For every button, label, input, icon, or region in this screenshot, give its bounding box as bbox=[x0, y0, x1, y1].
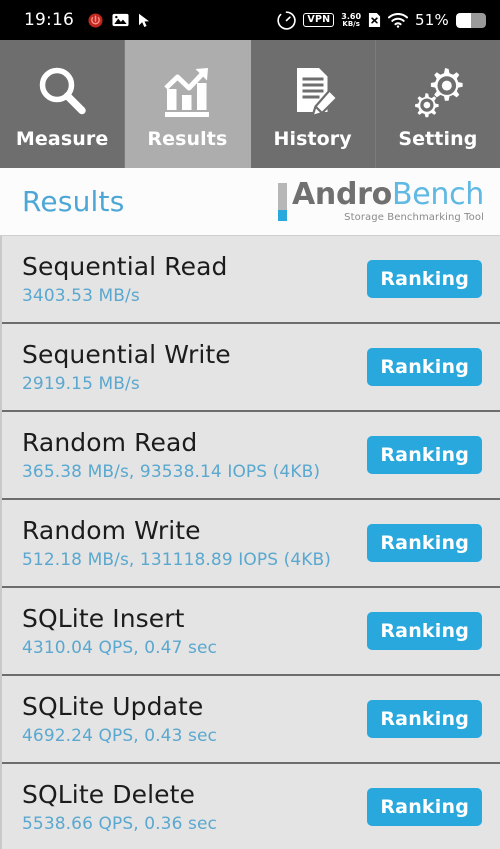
result-value: 365.38 MB/s, 93538.14 IOPS (4KB) bbox=[22, 462, 321, 482]
row-texts: SQLite Insert 4310.04 QPS, 0.47 sec bbox=[22, 604, 217, 658]
logo-part-andro: Andro bbox=[291, 177, 392, 212]
page-header: Results AndroBench Storage Benchmarking … bbox=[0, 168, 500, 236]
result-value: 3403.53 MB/s bbox=[22, 286, 140, 306]
tab-setting-label: Setting bbox=[398, 128, 478, 150]
table-row[interactable]: SQLite Delete 5538.66 QPS, 0.36 sec Rank… bbox=[2, 764, 500, 849]
table-row[interactable]: Sequential Write 2919.15 MB/s Ranking bbox=[2, 324, 500, 412]
table-row[interactable]: SQLite Insert 4310.04 QPS, 0.47 sec Rank… bbox=[2, 588, 500, 676]
tab-history-label: History bbox=[273, 128, 352, 150]
results-list: Sequential Read 3403.53 MB/s Ranking Seq… bbox=[0, 236, 500, 849]
battery-icon bbox=[456, 12, 486, 28]
status-left-icons bbox=[88, 12, 151, 28]
ranking-button[interactable]: Ranking bbox=[367, 612, 482, 650]
sim-x-icon bbox=[368, 12, 381, 28]
row-texts: SQLite Delete 5538.66 QPS, 0.36 sec bbox=[22, 780, 217, 834]
result-value: 512.18 MB/s, 131118.89 IOPS (4KB) bbox=[22, 550, 331, 570]
status-right-icons: VPN 3.60 KB/s 51% bbox=[277, 10, 486, 30]
row-texts: Sequential Write 2919.15 MB/s bbox=[22, 340, 231, 394]
result-value: 2919.15 MB/s bbox=[22, 374, 140, 394]
notification-red-icon bbox=[88, 12, 103, 28]
row-texts: SQLite Update 4692.24 QPS, 0.43 sec bbox=[22, 692, 217, 746]
network-speed-indicator: 3.60 KB/s bbox=[341, 12, 361, 28]
result-name: Random Write bbox=[22, 516, 201, 545]
result-name: Sequential Read bbox=[22, 252, 228, 281]
status-bar: 19:16 VPN 3.60 KB/s 51% bbox=[0, 0, 500, 40]
logo-part-bench: Bench bbox=[391, 177, 484, 212]
ranking-button[interactable]: Ranking bbox=[367, 700, 482, 738]
result-value: 5538.66 QPS, 0.36 sec bbox=[22, 814, 217, 834]
logo-wordmark: AndroBench bbox=[292, 180, 484, 210]
main-tab-bar: Measure Results History Setting bbox=[0, 40, 500, 168]
page-title: Results bbox=[22, 185, 125, 218]
vpn-badge: VPN bbox=[303, 13, 335, 27]
result-value: 4310.04 QPS, 0.47 sec bbox=[22, 638, 217, 658]
androbench-app: 19:16 VPN 3.60 KB/s 51% Measure Results … bbox=[0, 0, 500, 849]
tab-setting[interactable]: Setting bbox=[376, 40, 500, 168]
wifi-icon bbox=[388, 12, 409, 28]
photo-icon bbox=[112, 13, 129, 27]
logo-text: AndroBench Storage Benchmarking Tool bbox=[292, 180, 484, 223]
result-name: SQLite Insert bbox=[22, 604, 185, 633]
result-name: Sequential Write bbox=[22, 340, 231, 369]
result-name: Random Read bbox=[22, 428, 198, 457]
ranking-button[interactable]: Ranking bbox=[367, 348, 482, 386]
result-name: SQLite Delete bbox=[22, 780, 195, 809]
tab-history[interactable]: History bbox=[251, 40, 376, 168]
cursor-icon bbox=[138, 13, 151, 28]
ranking-button[interactable]: Ranking bbox=[367, 524, 482, 562]
table-row[interactable]: Sequential Read 3403.53 MB/s Ranking bbox=[2, 236, 500, 324]
tab-measure[interactable]: Measure bbox=[0, 40, 126, 168]
logo-bar-icon bbox=[277, 182, 287, 221]
row-texts: Random Write 512.18 MB/s, 131118.89 IOPS… bbox=[22, 516, 331, 570]
battery-percent-label: 51% bbox=[415, 11, 449, 29]
row-texts: Random Read 365.38 MB/s, 93538.14 IOPS (… bbox=[22, 428, 320, 482]
network-speed-unit: KB/s bbox=[342, 19, 360, 28]
logo-tagline: Storage Benchmarking Tool bbox=[344, 212, 484, 223]
tab-measure-label: Measure bbox=[15, 128, 109, 150]
magnifier-icon bbox=[33, 58, 91, 120]
result-name: SQLite Update bbox=[22, 692, 204, 721]
tab-results-label: Results bbox=[147, 128, 228, 150]
table-row[interactable]: Random Read 365.38 MB/s, 93538.14 IOPS (… bbox=[2, 412, 500, 500]
ranking-button[interactable]: Ranking bbox=[367, 788, 482, 826]
gears-icon bbox=[409, 58, 467, 120]
bar-chart-up-icon bbox=[158, 58, 216, 120]
table-row[interactable]: Random Write 512.18 MB/s, 131118.89 IOPS… bbox=[2, 500, 500, 588]
result-value: 4692.24 QPS, 0.43 sec bbox=[22, 726, 217, 746]
document-pencil-icon bbox=[284, 58, 342, 120]
ranking-button[interactable]: Ranking bbox=[367, 436, 482, 474]
row-texts: Sequential Read 3403.53 MB/s bbox=[22, 252, 227, 306]
ranking-button[interactable]: Ranking bbox=[367, 260, 482, 298]
table-row[interactable]: SQLite Update 4692.24 QPS, 0.43 sec Rank… bbox=[2, 676, 500, 764]
speedometer-icon bbox=[277, 10, 297, 30]
tab-results[interactable]: Results bbox=[125, 40, 251, 168]
status-clock: 19:16 bbox=[24, 10, 74, 30]
androbench-logo: AndroBench Storage Benchmarking Tool bbox=[277, 180, 484, 223]
